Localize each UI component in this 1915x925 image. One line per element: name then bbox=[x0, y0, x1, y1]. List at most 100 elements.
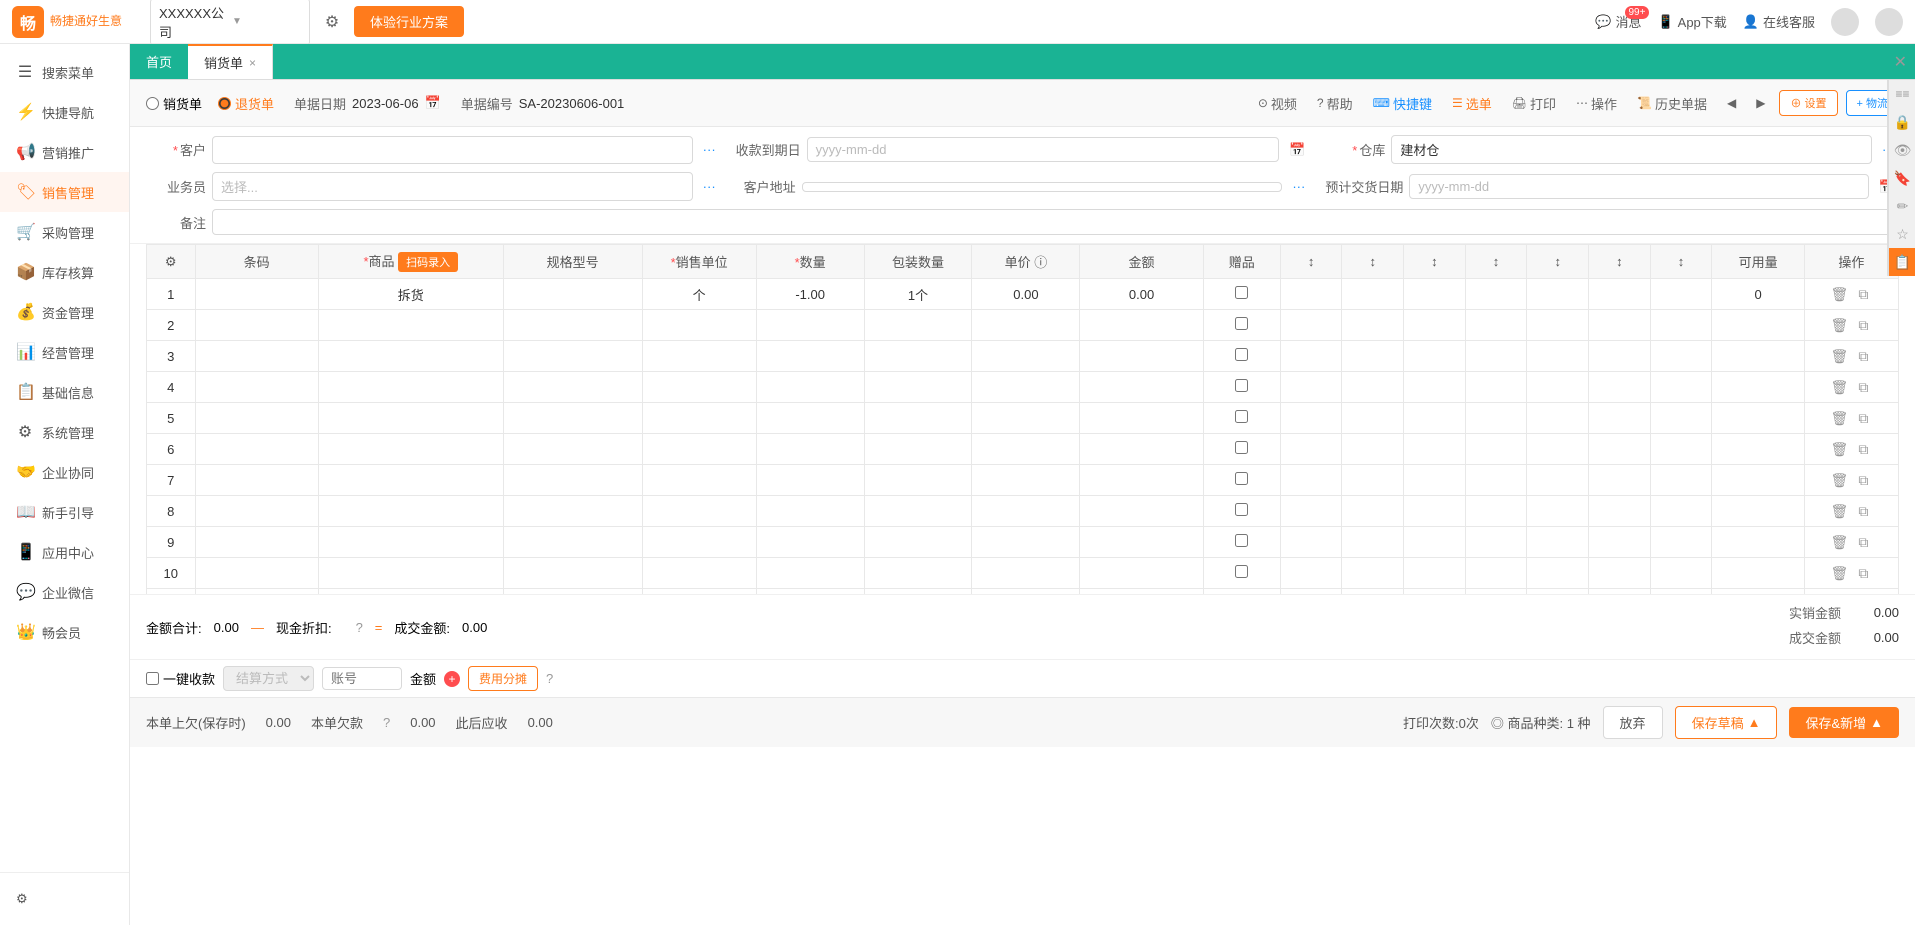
help-btn[interactable]: ? 帮助 bbox=[1311, 91, 1359, 116]
select-btn[interactable]: ☰ 选单 bbox=[1446, 91, 1498, 116]
scan-button[interactable]: 扫码录入 bbox=[398, 252, 458, 272]
copy-row-btn[interactable]: ⧉ bbox=[1853, 315, 1873, 335]
sidebar-item-management[interactable]: 📊 经营管理 bbox=[0, 332, 129, 372]
copy-row-btn[interactable]: ⧉ bbox=[1853, 284, 1873, 304]
salesperson-input[interactable]: 选择... bbox=[212, 172, 693, 201]
tab-close-all[interactable]: ✕ bbox=[1894, 52, 1907, 72]
sidebar-item-finance[interactable]: 💰 资金管理 bbox=[0, 292, 129, 332]
copy-row-btn[interactable]: ⧉ bbox=[1853, 346, 1873, 366]
calendar-icon[interactable]: 📅 bbox=[425, 95, 441, 111]
save-draft-button[interactable]: 保存草稿 ▲ bbox=[1675, 706, 1778, 739]
sidebar-item-quick-nav[interactable]: ⚡ 快捷导航 bbox=[0, 92, 129, 132]
copy-row-btn[interactable]: ⧉ bbox=[1853, 377, 1873, 397]
minus-icon[interactable]: — bbox=[251, 620, 264, 635]
save-new-button[interactable]: 保存&新增 ▲ bbox=[1789, 707, 1899, 738]
delete-row-btn[interactable]: 🗑 bbox=[1829, 470, 1849, 490]
sidebar-item-wecom[interactable]: 💬 企业微信 bbox=[0, 572, 129, 612]
delete-row-btn[interactable]: 🗑 bbox=[1829, 408, 1849, 428]
float-icon-4[interactable]: 🔖 bbox=[1888, 164, 1915, 192]
history-btn[interactable]: 📜 历史单据 bbox=[1631, 91, 1713, 116]
app-download-button[interactable]: 📱 App下载 bbox=[1657, 12, 1726, 31]
trial-button[interactable]: 体验行业方案 bbox=[354, 6, 464, 37]
delete-row-btn[interactable]: 🗑 bbox=[1829, 346, 1849, 366]
address-more-btn[interactable]: ··· bbox=[1288, 179, 1309, 194]
warehouse-input[interactable]: 建材仓 bbox=[1391, 135, 1872, 164]
radio-return-order[interactable]: 退货单 bbox=[218, 94, 274, 113]
tab-sale-order[interactable]: 销货单 × bbox=[188, 44, 273, 79]
row-pkg[interactable]: 1个 bbox=[864, 279, 972, 310]
radio-sale-order[interactable]: 销货单 bbox=[146, 94, 202, 113]
company-selector[interactable]: XXXXXX公司 ▼ bbox=[150, 0, 310, 46]
tab-home[interactable]: 首页 bbox=[130, 44, 188, 79]
copy-row-btn[interactable]: ⧉ bbox=[1853, 501, 1873, 521]
delete-row-btn[interactable]: 🗑 bbox=[1829, 563, 1849, 583]
expected-delivery-input[interactable]: yyyy-mm-dd bbox=[1409, 174, 1868, 199]
copy-row-btn[interactable]: ⧉ bbox=[1853, 439, 1873, 459]
float-icon-5[interactable]: ✏ bbox=[1888, 192, 1915, 220]
delete-row-btn[interactable]: 🗑 bbox=[1829, 532, 1849, 552]
delete-row-btn[interactable]: 🗑 bbox=[1829, 501, 1849, 521]
float-icon-6[interactable]: ☆ bbox=[1888, 220, 1915, 248]
avatar[interactable] bbox=[1831, 8, 1859, 36]
message-button[interactable]: 💬 消息 99+ bbox=[1595, 12, 1641, 31]
sidebar-item-inventory[interactable]: 📦 库存核算 bbox=[0, 252, 129, 292]
sidebar-item-base-info[interactable]: 📋 基础信息 bbox=[0, 372, 129, 412]
row-product[interactable]: 拆货 bbox=[318, 279, 503, 310]
receipt-date-input[interactable]: yyyy-mm-dd bbox=[807, 137, 1279, 162]
sidebar-item-app-center[interactable]: 📱 应用中心 bbox=[0, 532, 129, 572]
row-price[interactable]: 0.00 bbox=[972, 279, 1080, 310]
delete-row-btn[interactable]: 🗑 bbox=[1829, 439, 1849, 459]
receipt-cal-icon[interactable]: 📅 bbox=[1285, 142, 1309, 158]
row-unit[interactable]: 个 bbox=[642, 279, 756, 310]
avatar-2[interactable] bbox=[1875, 8, 1903, 36]
sidebar-item-member[interactable]: 👑 畅会员 bbox=[0, 612, 129, 652]
prev-btn[interactable]: ◀ bbox=[1721, 93, 1742, 113]
calc-method-select[interactable]: 结算方式 bbox=[223, 666, 314, 691]
shortcut-btn[interactable]: ⌨ 快捷键 bbox=[1367, 91, 1438, 116]
customer-input[interactable] bbox=[212, 136, 693, 164]
copy-row-btn[interactable]: ⧉ bbox=[1853, 563, 1873, 583]
online-service-button[interactable]: 👤 在线客服 bbox=[1743, 12, 1815, 31]
customer-address-input[interactable] bbox=[802, 182, 1283, 192]
th-settings[interactable]: ⚙ bbox=[147, 245, 196, 279]
copy-row-btn[interactable]: ⧉ bbox=[1853, 532, 1873, 552]
video-btn[interactable]: ⊙ 视频 bbox=[1252, 91, 1303, 116]
delete-row-btn[interactable]: 🗑 bbox=[1829, 315, 1849, 335]
row-gift[interactable] bbox=[1203, 279, 1280, 310]
float-icon-3[interactable]: 👁 bbox=[1888, 136, 1915, 164]
tab-close-icon[interactable]: × bbox=[249, 56, 256, 70]
copy-row-btn[interactable]: ⧉ bbox=[1853, 408, 1873, 428]
expense-split-btn[interactable]: 费用分摊 bbox=[468, 666, 538, 691]
float-icon-2[interactable]: 🔒 bbox=[1888, 108, 1915, 136]
add-payment-btn[interactable]: + bbox=[444, 671, 460, 687]
next-btn[interactable]: ▶ bbox=[1750, 93, 1771, 113]
float-icon-1[interactable]: ≡≡ bbox=[1888, 80, 1915, 108]
row-amount[interactable]: 0.00 bbox=[1080, 279, 1203, 310]
sidebar-item-marketing[interactable]: 📢 营销推广 bbox=[0, 132, 129, 172]
expense-help-icon[interactable]: ? bbox=[546, 671, 553, 686]
customer-more-btn[interactable]: ··· bbox=[699, 142, 720, 157]
sidebar-item-collab[interactable]: 🤝 企业协同 bbox=[0, 452, 129, 492]
sidebar-settings[interactable]: ⚙ bbox=[0, 881, 129, 917]
sidebar-item-sales[interactable]: 🏷 销售管理 bbox=[0, 172, 129, 212]
question-icon2[interactable]: ? bbox=[383, 715, 390, 730]
question-icon[interactable]: ? bbox=[356, 620, 363, 635]
sidebar-item-guide[interactable]: 📖 新手引导 bbox=[0, 492, 129, 532]
abandon-button[interactable]: 放弃 bbox=[1603, 706, 1663, 739]
delete-row-btn[interactable]: 🗑 bbox=[1829, 284, 1849, 304]
sidebar-item-system[interactable]: ⚙ 系统管理 bbox=[0, 412, 129, 452]
row-spec[interactable] bbox=[503, 279, 642, 310]
delete-row-btn[interactable]: 🗑 bbox=[1829, 377, 1849, 397]
remarks-input[interactable] bbox=[212, 209, 1899, 235]
sidebar-item-purchase[interactable]: 🛒 采购管理 bbox=[0, 212, 129, 252]
salesperson-more-btn[interactable]: ··· bbox=[699, 179, 720, 194]
copy-row-btn[interactable]: ⧉ bbox=[1853, 470, 1873, 490]
float-icon-7[interactable]: 📋 bbox=[1888, 248, 1915, 276]
settings-icon[interactable]: ⚙ bbox=[318, 8, 346, 36]
row-qty[interactable]: -1.00 bbox=[756, 279, 864, 310]
one-click-payment-checkbox[interactable]: 一键收款 bbox=[146, 669, 215, 688]
set-button[interactable]: ⊕ ⊕ 设置设置 bbox=[1779, 90, 1837, 116]
sidebar-item-search[interactable]: ☰ 搜索菜单 bbox=[0, 52, 129, 92]
row-barcode[interactable] bbox=[195, 279, 318, 310]
print-btn[interactable]: 🖨 打印 bbox=[1506, 91, 1562, 116]
